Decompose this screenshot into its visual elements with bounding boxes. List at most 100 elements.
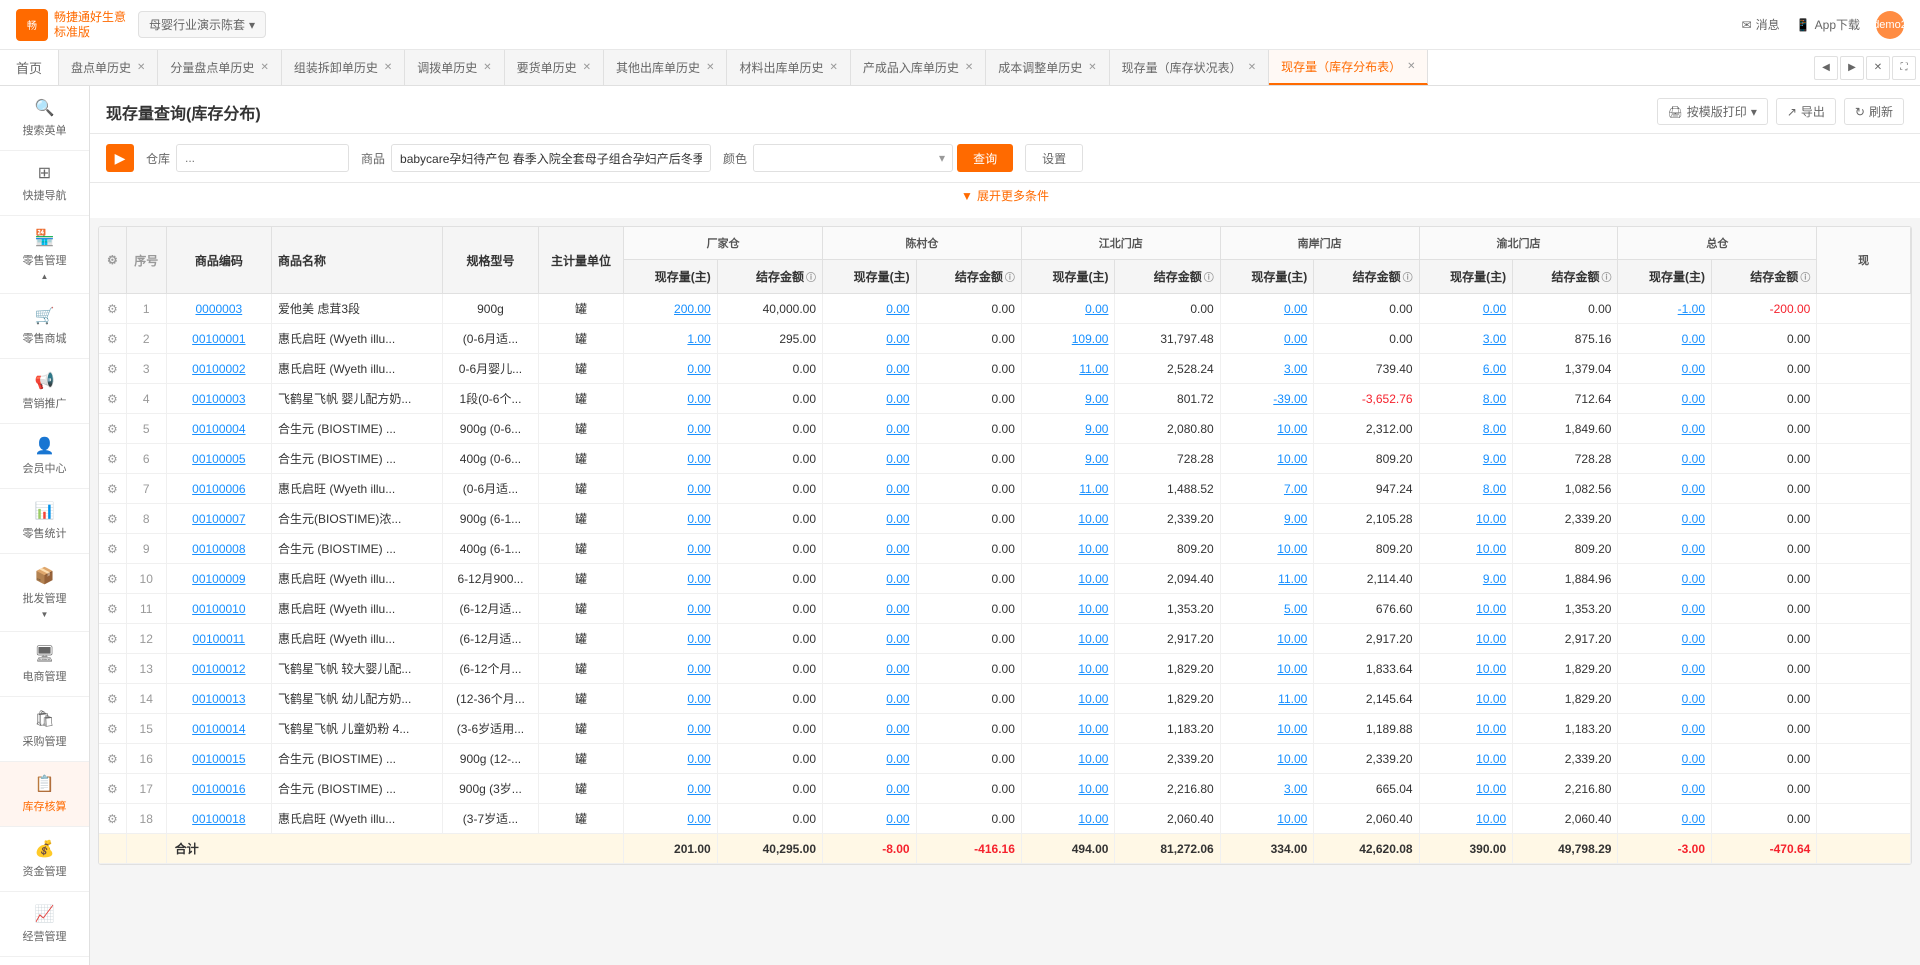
row-chenxi-stock[interactable]: 0.00 [823, 684, 917, 714]
row-code[interactable]: 00100012 [166, 654, 271, 684]
row-yuzhong-stock[interactable]: 10.00 [1419, 624, 1513, 654]
row-total-stock[interactable]: 0.00 [1618, 744, 1712, 774]
tab-close-10[interactable]: ✕ [1407, 61, 1415, 72]
tab-close-2[interactable]: ✕ [384, 62, 392, 73]
row-gear[interactable]: ⚙ [99, 714, 126, 744]
row-gear[interactable]: ⚙ [99, 774, 126, 804]
row-yuzhong-stock[interactable]: 8.00 [1419, 474, 1513, 504]
row-total-stock[interactable]: 0.00 [1618, 534, 1712, 564]
row-gear[interactable]: ⚙ [99, 444, 126, 474]
row-nanan-stock[interactable]: 10.00 [1220, 714, 1314, 744]
row-nanan-stock[interactable]: 10.00 [1220, 804, 1314, 834]
tab-item-8[interactable]: 成本调整单历史 ✕ [986, 50, 1109, 85]
row-jiangbei-stock[interactable]: 11.00 [1021, 354, 1115, 384]
message-btn[interactable]: ✉ 消息 [1742, 16, 1780, 33]
row-factory-stock[interactable]: 0.00 [624, 474, 718, 504]
row-factory-stock[interactable]: 0.00 [624, 414, 718, 444]
row-yuzhong-stock[interactable]: 10.00 [1419, 534, 1513, 564]
row-factory-stock[interactable]: 0.00 [624, 714, 718, 744]
row-factory-stock[interactable]: 0.00 [624, 504, 718, 534]
row-chenxi-stock[interactable]: 0.00 [823, 474, 917, 504]
row-nanan-stock[interactable]: -39.00 [1220, 384, 1314, 414]
row-jiangbei-stock[interactable]: 10.00 [1021, 504, 1115, 534]
row-gear[interactable]: ⚙ [99, 294, 126, 324]
row-factory-stock[interactable]: 0.00 [624, 564, 718, 594]
row-factory-stock[interactable]: 0.00 [624, 594, 718, 624]
row-yuzhong-stock[interactable]: 8.00 [1419, 384, 1513, 414]
row-jiangbei-stock[interactable]: 109.00 [1021, 324, 1115, 354]
row-jiangbei-stock[interactable]: 10.00 [1021, 804, 1115, 834]
row-chenxi-stock[interactable]: 0.00 [823, 324, 917, 354]
tab-item-6[interactable]: 材料出库单历史 ✕ [727, 50, 850, 85]
row-chenxi-stock[interactable]: 0.00 [823, 654, 917, 684]
row-jiangbei-stock[interactable]: 9.00 [1021, 384, 1115, 414]
row-total-stock[interactable]: 0.00 [1618, 654, 1712, 684]
row-jiangbei-stock[interactable]: 9.00 [1021, 444, 1115, 474]
row-gear[interactable]: ⚙ [99, 414, 126, 444]
row-code[interactable]: 00100014 [166, 714, 271, 744]
row-jiangbei-stock[interactable]: 10.00 [1021, 534, 1115, 564]
row-gear[interactable]: ⚙ [99, 564, 126, 594]
tab-item-5[interactable]: 其他出库单历史 ✕ [604, 50, 727, 85]
row-total-stock[interactable]: 0.00 [1618, 684, 1712, 714]
row-nanan-stock[interactable]: 10.00 [1220, 444, 1314, 474]
sidebar-item-ecommerce[interactable]: 🖥 电商管理 [0, 632, 89, 697]
row-total-stock[interactable]: 0.00 [1618, 504, 1712, 534]
row-gear[interactable]: ⚙ [99, 384, 126, 414]
row-code[interactable]: 00100007 [166, 504, 271, 534]
tab-close-1[interactable]: ✕ [260, 62, 268, 73]
sidebar-item-marketing[interactable]: 📢 营销推广 [0, 359, 89, 424]
row-gear[interactable]: ⚙ [99, 324, 126, 354]
row-factory-stock[interactable]: 0.00 [624, 534, 718, 564]
tab-home[interactable]: 首页 [0, 50, 59, 85]
row-factory-stock[interactable]: 0.00 [624, 744, 718, 774]
tab-prev-btn[interactable]: ◀ [1814, 56, 1838, 80]
row-total-stock[interactable]: 0.00 [1618, 444, 1712, 474]
row-total-stock[interactable]: 0.00 [1618, 384, 1712, 414]
row-jiangbei-stock[interactable]: 10.00 [1021, 684, 1115, 714]
row-nanan-stock[interactable]: 3.00 [1220, 354, 1314, 384]
row-nanan-stock[interactable]: 10.00 [1220, 744, 1314, 774]
row-yuzhong-stock[interactable]: 8.00 [1419, 414, 1513, 444]
row-chenxi-stock[interactable]: 0.00 [823, 444, 917, 474]
row-yuzhong-stock[interactable]: 3.00 [1419, 324, 1513, 354]
row-factory-stock[interactable]: 0.00 [624, 624, 718, 654]
tab-close-3[interactable]: ✕ [483, 62, 491, 73]
row-jiangbei-stock[interactable]: 10.00 [1021, 774, 1115, 804]
row-code[interactable]: 00100004 [166, 414, 271, 444]
row-jiangbei-stock[interactable]: 9.00 [1021, 414, 1115, 444]
sidebar-item-mall[interactable]: 🛒 零售商城 [0, 294, 89, 359]
row-chenxi-stock[interactable]: 0.00 [823, 414, 917, 444]
row-chenxi-stock[interactable]: 0.00 [823, 594, 917, 624]
row-gear[interactable]: ⚙ [99, 654, 126, 684]
row-chenxi-stock[interactable]: 0.00 [823, 624, 917, 654]
row-nanan-stock[interactable]: 10.00 [1220, 414, 1314, 444]
row-factory-stock[interactable]: 200.00 [624, 294, 718, 324]
row-gear[interactable]: ⚙ [99, 684, 126, 714]
row-yuzhong-stock[interactable]: 10.00 [1419, 684, 1513, 714]
row-code[interactable]: 00100015 [166, 744, 271, 774]
row-yuzhong-stock[interactable]: 10.00 [1419, 654, 1513, 684]
row-code[interactable]: 0000003 [166, 294, 271, 324]
row-nanan-stock[interactable]: 10.00 [1220, 654, 1314, 684]
row-gear[interactable]: ⚙ [99, 624, 126, 654]
row-jiangbei-stock[interactable]: 10.00 [1021, 744, 1115, 774]
tab-expand-btn[interactable]: ⛶ [1892, 56, 1916, 80]
tab-item-9[interactable]: 现存量（库存状况表） ✕ [1110, 50, 1269, 85]
row-code[interactable]: 00100009 [166, 564, 271, 594]
row-yuzhong-stock[interactable]: 9.00 [1419, 444, 1513, 474]
row-gear[interactable]: ⚙ [99, 504, 126, 534]
row-code[interactable]: 00100016 [166, 774, 271, 804]
tab-item-3[interactable]: 调拨单历史 ✕ [405, 50, 504, 85]
row-jiangbei-stock[interactable]: 10.00 [1021, 654, 1115, 684]
export-btn[interactable]: ↗ 导出 [1776, 98, 1836, 125]
tab-item-10[interactable]: 现存量（库存分布表） ✕ [1269, 50, 1428, 85]
app-download-btn[interactable]: 📱 App下载 [1796, 16, 1860, 33]
refresh-btn[interactable]: ↻ 刷新 [1844, 98, 1904, 125]
sidebar-item-member[interactable]: 👤 会员中心 [0, 424, 89, 489]
tab-close-6[interactable]: ✕ [829, 62, 837, 73]
tab-close-7[interactable]: ✕ [965, 62, 973, 73]
row-nanan-stock[interactable]: 0.00 [1220, 324, 1314, 354]
tab-close-9[interactable]: ✕ [1248, 62, 1256, 73]
row-yuzhong-stock[interactable]: 10.00 [1419, 504, 1513, 534]
